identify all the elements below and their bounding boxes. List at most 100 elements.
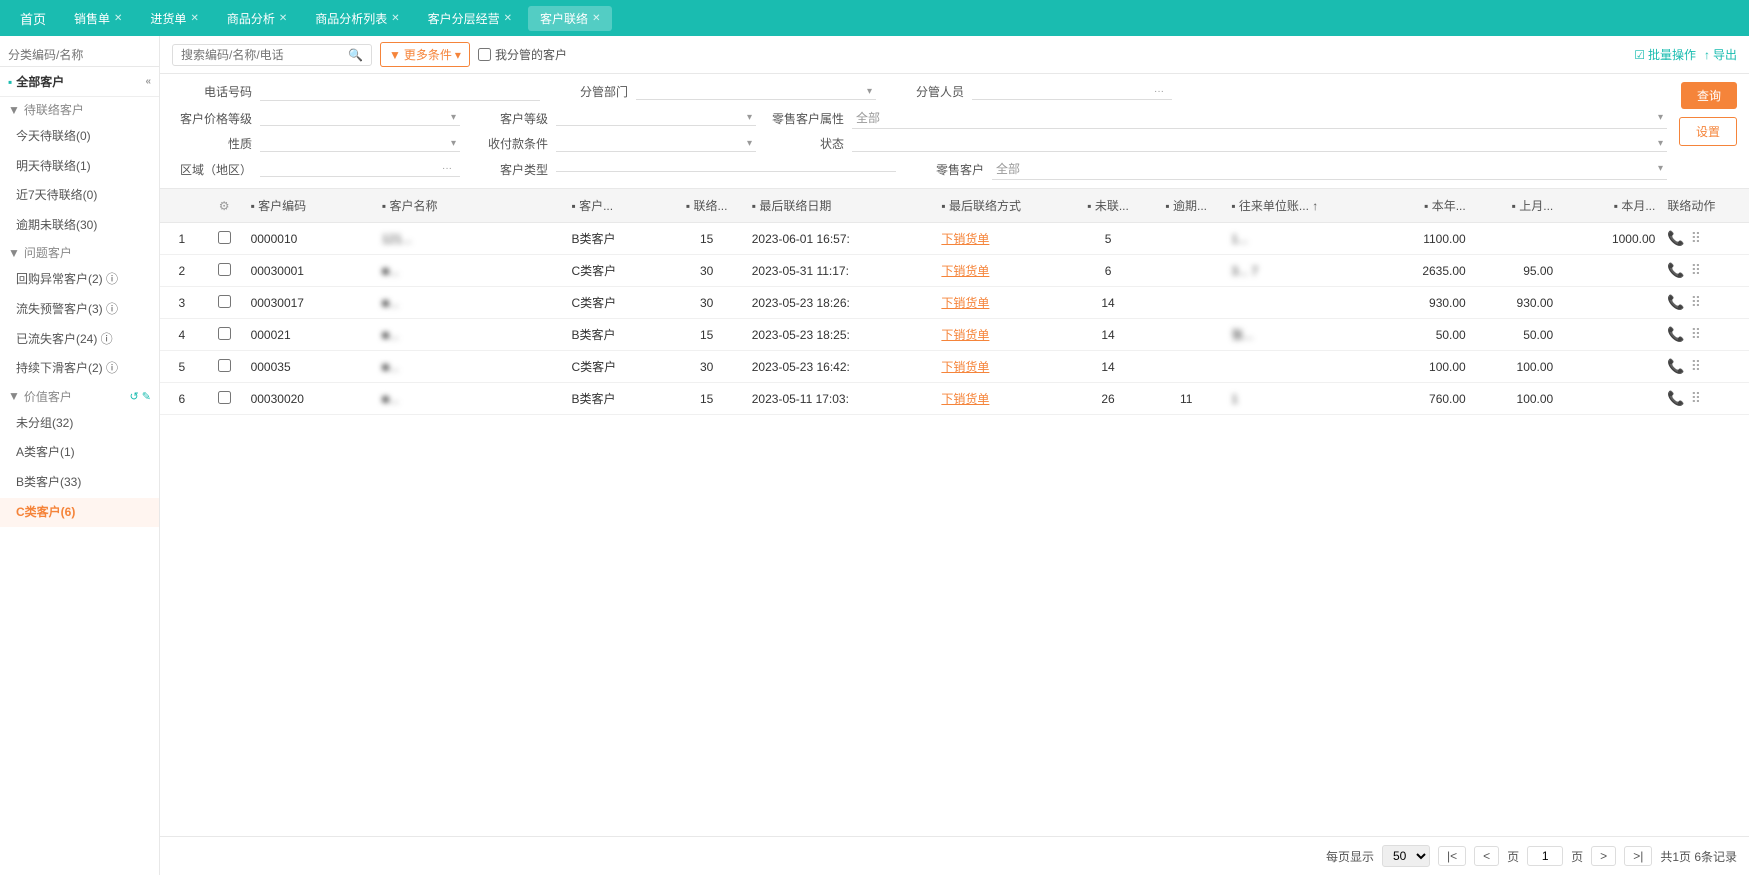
page-input[interactable]: [1527, 846, 1563, 866]
more-action-icon[interactable]: ⠿: [1691, 294, 1701, 311]
my-customers-checkbox-label[interactable]: 我分管的客户: [478, 46, 567, 63]
nav-tab-customer-tier[interactable]: 客户分层经营 ✕: [416, 6, 524, 31]
batch-op-btn[interactable]: ☑ 批量操作: [1634, 46, 1696, 63]
nav-close-purchase[interactable]: ✕: [190, 13, 198, 24]
per-page-select[interactable]: 50: [1382, 845, 1430, 867]
th-year[interactable]: ▪ 本年...: [1370, 189, 1472, 223]
retail-select[interactable]: 全部 ▾: [992, 158, 1667, 180]
last-page-btn[interactable]: >|: [1624, 846, 1652, 866]
cell-last-way[interactable]: 下销货单: [935, 351, 1069, 383]
sidebar-item-class-c[interactable]: C类客户(6): [0, 498, 159, 528]
th-type[interactable]: ▪ 客户...: [565, 189, 667, 223]
th-unlinkd[interactable]: ▪ 未联...: [1069, 189, 1147, 223]
nav-close-analysis[interactable]: ✕: [279, 13, 287, 24]
nav-home[interactable]: 首页: [8, 5, 58, 32]
phone-action-icon[interactable]: 📞: [1667, 326, 1684, 343]
cell-checkbox[interactable]: [204, 255, 245, 287]
nav-tab-analysis[interactable]: 商品分析 ✕: [215, 6, 299, 31]
cell-checkbox[interactable]: [204, 351, 245, 383]
more-action-icon[interactable]: ⠿: [1691, 230, 1701, 247]
th-last-date[interactable]: ▪ 最后联络日期: [746, 189, 936, 223]
sidebar-item-declining[interactable]: 持续下滑客户(2) ⓘ: [0, 354, 159, 384]
sidebar-group-pending[interactable]: ▼ 待联络客户: [0, 97, 159, 122]
th-contact[interactable]: ▪ 联络...: [668, 189, 746, 223]
phone-action-icon[interactable]: 📞: [1667, 390, 1684, 407]
nav-tab-sales[interactable]: 销售单 ✕: [62, 6, 134, 31]
value-group-actions[interactable]: ↺ ✎: [130, 390, 152, 403]
dept-select[interactable]: ▾: [636, 84, 876, 100]
cell-checkbox[interactable]: [204, 287, 245, 319]
nav-tab-analysis-list[interactable]: 商品分析列表 ✕: [303, 6, 411, 31]
prev-page-btn[interactable]: <: [1474, 846, 1499, 866]
cell-last-way[interactable]: 下销货单: [935, 223, 1069, 255]
sidebar-item-7days[interactable]: 近7天待联络(0): [0, 181, 159, 211]
phone-action-icon[interactable]: 📞: [1667, 262, 1684, 279]
more-action-icon[interactable]: ⠿: [1691, 326, 1701, 343]
phone-action-icon[interactable]: 📞: [1667, 294, 1684, 311]
export-btn[interactable]: ↑ 导出: [1704, 46, 1737, 63]
more-action-icon[interactable]: ⠿: [1691, 262, 1701, 279]
cell-checkbox[interactable]: [204, 383, 245, 415]
phone-input[interactable]: [260, 82, 540, 101]
phone-action-icon[interactable]: 📞: [1667, 230, 1684, 247]
collapse-icon[interactable]: «: [145, 76, 151, 87]
more-conditions-btn[interactable]: ▼ 更多条件 ▾: [380, 42, 470, 67]
person-more-icon[interactable]: ···: [1150, 86, 1168, 97]
cell-last-way[interactable]: 下销货单: [935, 383, 1069, 415]
search-input[interactable]: [181, 48, 348, 62]
customer-level-select[interactable]: ▾: [556, 110, 756, 126]
nature-select[interactable]: ▾: [260, 136, 460, 152]
sidebar-item-class-a[interactable]: A类客户(1): [0, 438, 159, 468]
cell-action[interactable]: 📞 ⠿: [1661, 319, 1749, 351]
cell-checkbox[interactable]: [204, 223, 245, 255]
th-name[interactable]: ▪ 客户名称: [376, 189, 566, 223]
status-select[interactable]: ▾: [852, 136, 1667, 152]
region-select[interactable]: ···: [260, 161, 460, 177]
sidebar-item-today[interactable]: 今天待联络(0): [0, 122, 159, 152]
nav-close-customer-contact[interactable]: ✕: [592, 13, 600, 24]
price-level-select[interactable]: ▾: [260, 110, 460, 126]
cell-action[interactable]: 📞 ⠿: [1661, 287, 1749, 319]
th-hist[interactable]: ▪ 往来单位账... ↑: [1225, 189, 1369, 223]
sidebar-group-value[interactable]: ▼ 价值客户 ↺ ✎: [0, 384, 159, 409]
phone-action-icon[interactable]: 📞: [1667, 358, 1684, 375]
search-icon[interactable]: 🔍: [348, 48, 363, 62]
region-more-icon[interactable]: ···: [438, 163, 456, 174]
cell-action[interactable]: 📞 ⠿: [1661, 383, 1749, 415]
query-button[interactable]: 查询: [1681, 82, 1737, 109]
nav-tab-purchase[interactable]: 进货单 ✕: [138, 6, 210, 31]
person-select[interactable]: ···: [972, 84, 1172, 100]
retail-attr-select[interactable]: 全部 ▾: [852, 107, 1667, 129]
settings-button[interactable]: 设置: [1679, 117, 1737, 146]
sidebar-item-tomorrow[interactable]: 明天待联络(1): [0, 152, 159, 182]
cell-last-way[interactable]: 下销货单: [935, 255, 1069, 287]
sidebar-group-problem[interactable]: ▼ 问题客户: [0, 240, 159, 265]
cell-action[interactable]: 📞 ⠿: [1661, 351, 1749, 383]
sidebar-item-class-b[interactable]: B类客户(33): [0, 468, 159, 498]
sidebar-item-churned[interactable]: 已流失客户(24) ⓘ: [0, 325, 159, 355]
sidebar-item-unclassified[interactable]: 未分组(32): [0, 409, 159, 439]
more-action-icon[interactable]: ⠿: [1691, 390, 1701, 407]
my-customers-checkbox[interactable]: [478, 48, 491, 61]
nav-close-customer-tier[interactable]: ✕: [504, 13, 512, 24]
cell-last-way[interactable]: 下销货单: [935, 319, 1069, 351]
cell-action[interactable]: 📞 ⠿: [1661, 223, 1749, 255]
customer-type-select[interactable]: [556, 167, 896, 172]
sidebar-all-customers[interactable]: ▪ 全部客户 «: [0, 67, 159, 97]
more-action-icon[interactable]: ⠿: [1691, 358, 1701, 375]
payment-select[interactable]: ▾: [556, 136, 756, 152]
sidebar-item-churn-warning[interactable]: 流失预警客户(3) ⓘ: [0, 295, 159, 325]
cell-last-way[interactable]: 下销货单: [935, 287, 1069, 319]
th-last-way[interactable]: ▪ 最后联络方式: [935, 189, 1069, 223]
cell-action[interactable]: 📞 ⠿: [1661, 255, 1749, 287]
cell-checkbox[interactable]: [204, 319, 245, 351]
nav-close-analysis-list[interactable]: ✕: [391, 13, 399, 24]
th-overdue[interactable]: ▪ 逾期...: [1147, 189, 1225, 223]
sidebar-search-input[interactable]: [8, 48, 160, 62]
th-thism[interactable]: ▪ 本月...: [1559, 189, 1661, 223]
first-page-btn[interactable]: |<: [1438, 846, 1466, 866]
sidebar-item-repurchase-abnormal[interactable]: 回购异常客户(2) ⓘ: [0, 265, 159, 295]
sidebar-item-overdue-contact[interactable]: 逾期未联络(30): [0, 211, 159, 241]
th-lastm[interactable]: ▪ 上月...: [1472, 189, 1560, 223]
table-settings-icon[interactable]: ⚙: [219, 199, 230, 213]
